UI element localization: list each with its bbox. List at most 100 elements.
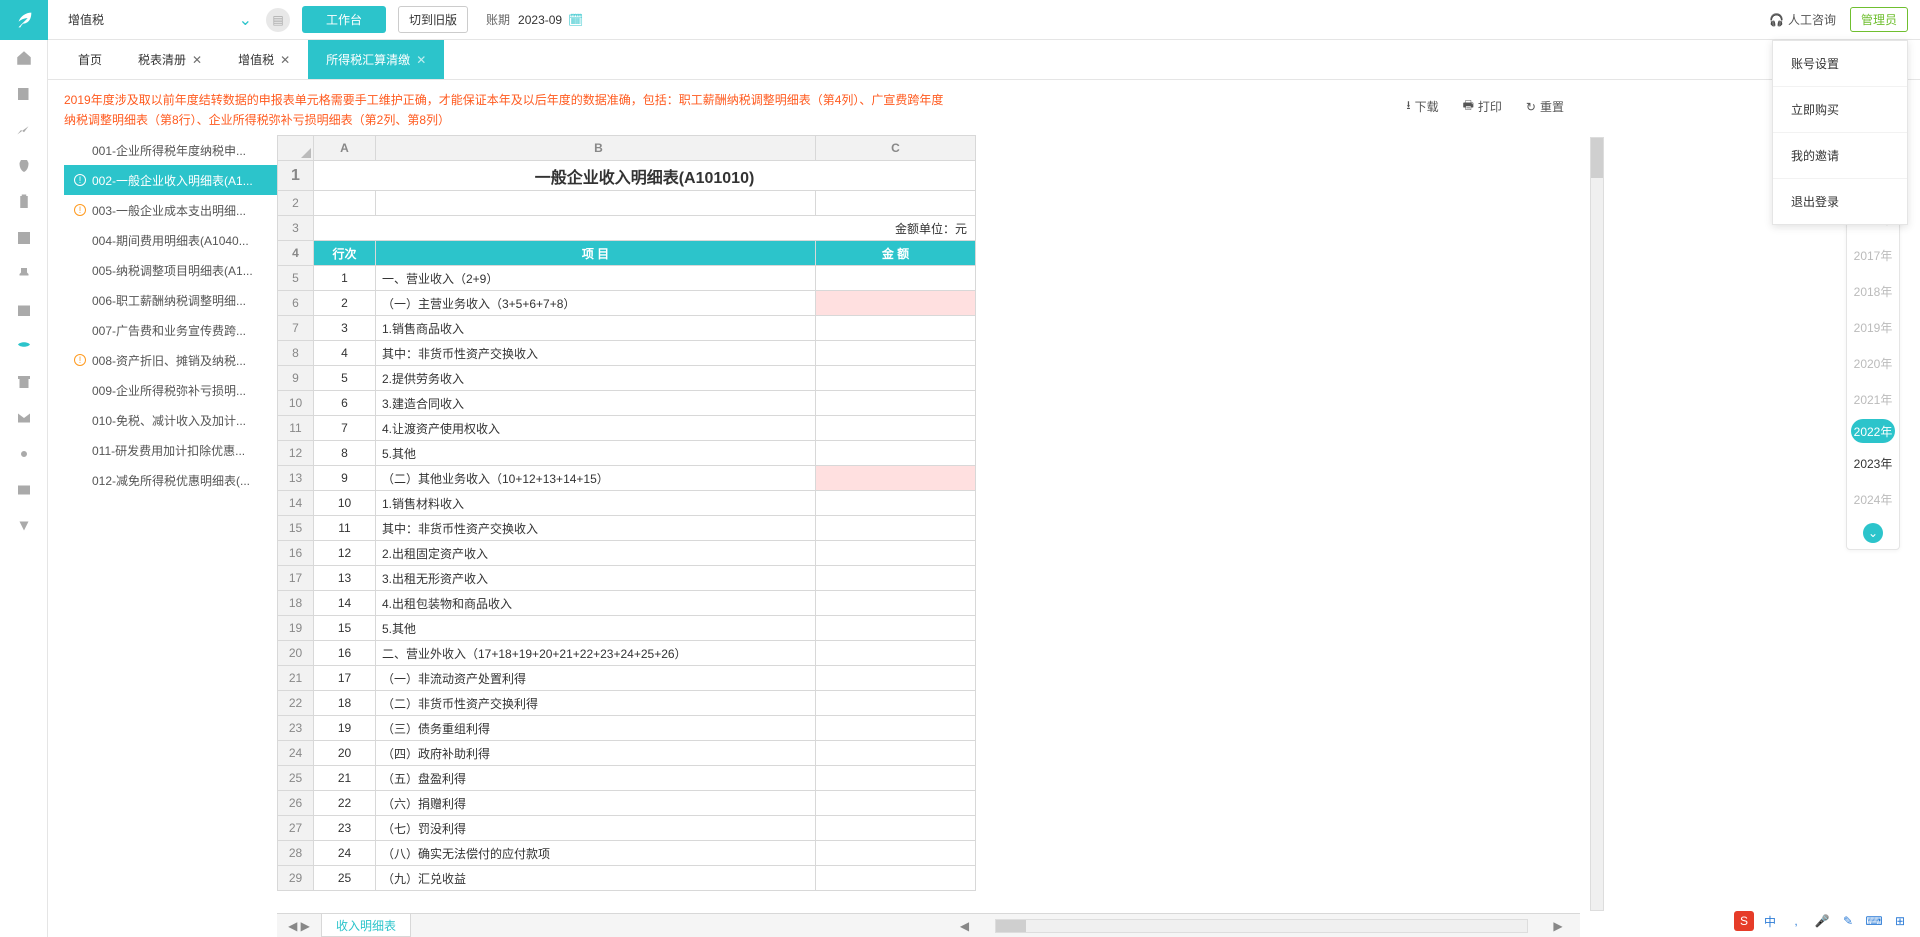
- form-list-item[interactable]: !002-一般企业收入明细表(A1...: [64, 165, 277, 195]
- row-num[interactable]: 6: [278, 291, 314, 316]
- row-num[interactable]: 1: [278, 161, 314, 191]
- ime-logo-icon[interactable]: S: [1734, 911, 1754, 931]
- calendar-icon[interactable]: 🗓: [568, 13, 583, 27]
- menu-account-settings[interactable]: 账号设置: [1773, 41, 1907, 87]
- cell-seq[interactable]: 12: [314, 541, 376, 566]
- nav-mail-icon[interactable]: [0, 400, 48, 436]
- cell-amount[interactable]: [816, 291, 976, 316]
- row-num[interactable]: 22: [278, 691, 314, 716]
- cell-amount[interactable]: [816, 266, 976, 291]
- cell-amount[interactable]: [816, 666, 976, 691]
- cell-seq[interactable]: 10: [314, 491, 376, 516]
- hdr-amount[interactable]: 金 额: [816, 241, 976, 266]
- tab-incometax[interactable]: 所得税汇算清缴✕: [308, 40, 444, 79]
- cell-item[interactable]: 3.出租无形资产收入: [376, 566, 816, 591]
- scrollbar-thumb[interactable]: [1591, 138, 1603, 178]
- cell-amount[interactable]: [816, 491, 976, 516]
- cell-seq[interactable]: 21: [314, 766, 376, 791]
- cell-seq[interactable]: 16: [314, 641, 376, 666]
- row-num[interactable]: 13: [278, 466, 314, 491]
- cell-seq[interactable]: 9: [314, 466, 376, 491]
- reset-link[interactable]: ↻重置: [1526, 96, 1564, 117]
- cell-amount[interactable]: [816, 341, 976, 366]
- cell-seq[interactable]: 11: [314, 516, 376, 541]
- period-value[interactable]: 2023-09: [518, 13, 562, 27]
- cell-item[interactable]: 1.销售商品收入: [376, 316, 816, 341]
- cell-amount[interactable]: [816, 816, 976, 841]
- tab-taxlist[interactable]: 税表清册✕: [120, 40, 220, 79]
- row-num[interactable]: 8: [278, 341, 314, 366]
- vertical-scrollbar[interactable]: [1590, 137, 1604, 911]
- menu-logout[interactable]: 退出登录: [1773, 179, 1907, 224]
- cell-item[interactable]: （六）捐赠利得: [376, 791, 816, 816]
- cell-amount[interactable]: [816, 591, 976, 616]
- cell-amount[interactable]: [816, 316, 976, 341]
- row-num[interactable]: 15: [278, 516, 314, 541]
- cell-amount[interactable]: [816, 641, 976, 666]
- cell-amount[interactable]: [816, 716, 976, 741]
- row-num[interactable]: 5: [278, 266, 314, 291]
- cell-amount[interactable]: [816, 691, 976, 716]
- cell-seq[interactable]: 1: [314, 266, 376, 291]
- row-num[interactable]: 27: [278, 816, 314, 841]
- ime-grid-icon[interactable]: ⊞: [1890, 911, 1910, 931]
- nav-home-icon[interactable]: [0, 40, 48, 76]
- nav-v-icon[interactable]: [0, 508, 48, 544]
- cell-seq[interactable]: 8: [314, 441, 376, 466]
- row-num[interactable]: 25: [278, 766, 314, 791]
- row-num[interactable]: 3: [278, 216, 314, 241]
- row-num[interactable]: 19: [278, 616, 314, 641]
- sheet-nav-left[interactable]: ◀: [943, 914, 987, 937]
- year-item[interactable]: 2019年: [1847, 309, 1899, 345]
- row-num[interactable]: 23: [278, 716, 314, 741]
- close-icon[interactable]: ✕: [280, 53, 290, 67]
- nav-calendar-icon[interactable]: [0, 292, 48, 328]
- cell-item[interactable]: 5.其他: [376, 441, 816, 466]
- nav-ledger-icon[interactable]: [0, 76, 48, 112]
- row-num[interactable]: 28: [278, 841, 314, 866]
- col-header-a[interactable]: A: [314, 136, 376, 161]
- cell-item[interactable]: （七）罚没利得: [376, 816, 816, 841]
- cell-item[interactable]: 其中：非货币性资产交换收入: [376, 516, 816, 541]
- cell-amount[interactable]: [816, 741, 976, 766]
- row-num[interactable]: 16: [278, 541, 314, 566]
- switch-old-button[interactable]: 切到旧版: [398, 6, 468, 33]
- row-num[interactable]: 29: [278, 866, 314, 891]
- cell-item[interactable]: 3.建造合同收入: [376, 391, 816, 416]
- cell-item[interactable]: （九）汇兑收益: [376, 866, 816, 891]
- sheet-title[interactable]: 一般企业收入明细表(A101010): [314, 161, 976, 191]
- cell-item[interactable]: （二）其他业务收入（10+12+13+14+15）: [376, 466, 816, 491]
- workspace-button[interactable]: 工作台: [302, 6, 386, 33]
- hdr-item[interactable]: 项 目: [376, 241, 816, 266]
- cell-seq[interactable]: 25: [314, 866, 376, 891]
- close-icon[interactable]: ✕: [192, 53, 202, 67]
- cell-seq[interactable]: 20: [314, 741, 376, 766]
- cell-item[interactable]: 1.销售材料收入: [376, 491, 816, 516]
- nav-clipboard-icon[interactable]: [0, 184, 48, 220]
- ime-mic-icon[interactable]: 🎤: [1812, 911, 1832, 931]
- cell-seq[interactable]: 17: [314, 666, 376, 691]
- cell-amount[interactable]: [816, 466, 976, 491]
- year-item[interactable]: 2024年: [1847, 481, 1899, 517]
- cell-seq[interactable]: 5: [314, 366, 376, 391]
- tab-home[interactable]: 首页: [60, 40, 120, 79]
- row-num[interactable]: 4: [278, 241, 314, 266]
- row-num[interactable]: 12: [278, 441, 314, 466]
- col-header-b[interactable]: B: [376, 136, 816, 161]
- form-list-item[interactable]: 004-期间费用明细表(A1040...: [64, 225, 277, 255]
- cell-item[interactable]: （一）非流动资产处置利得: [376, 666, 816, 691]
- cell-item[interactable]: 4.让渡资产使用权收入: [376, 416, 816, 441]
- cell-amount[interactable]: [816, 416, 976, 441]
- download-link[interactable]: ⭳下载: [1406, 96, 1438, 117]
- ime-lang[interactable]: 中: [1760, 911, 1780, 931]
- year-item[interactable]: 2018年: [1847, 273, 1899, 309]
- row-num[interactable]: 11: [278, 416, 314, 441]
- cell-amount[interactable]: [816, 766, 976, 791]
- nav-money-icon[interactable]: [0, 148, 48, 184]
- scrollbar-thumb[interactable]: [996, 920, 1026, 932]
- row-num[interactable]: 24: [278, 741, 314, 766]
- cell-amount[interactable]: [816, 391, 976, 416]
- row-num[interactable]: 7: [278, 316, 314, 341]
- cell-amount[interactable]: [816, 841, 976, 866]
- cell-amount[interactable]: [816, 366, 976, 391]
